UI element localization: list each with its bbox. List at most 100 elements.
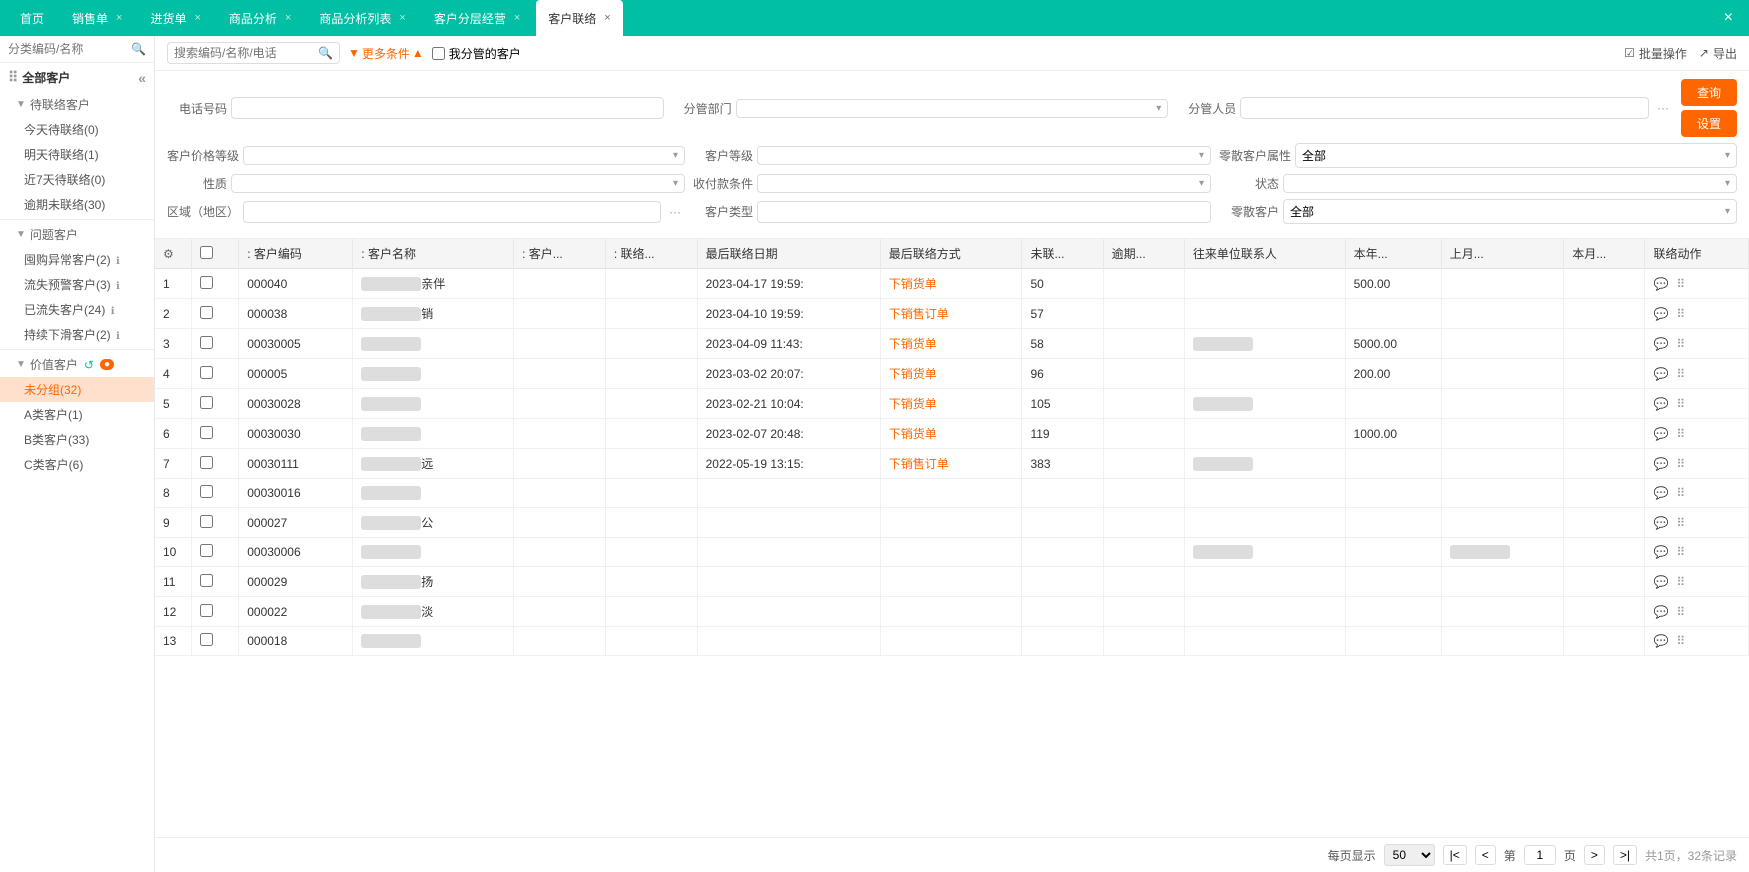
close-icon[interactable]: × bbox=[285, 12, 291, 24]
sidebar-item-tomorrow[interactable]: 明天待联络(1) bbox=[0, 142, 154, 167]
search-icon[interactable]: 🔍 bbox=[131, 42, 146, 56]
nav-tab-customer-seg[interactable]: 客户分层经营 × bbox=[422, 0, 532, 36]
row-actions[interactable]: 💬 ⠿ bbox=[1645, 359, 1749, 389]
my-customers-checkbox[interactable]: 我分管的客户 bbox=[432, 45, 521, 62]
customer-type-input[interactable] bbox=[757, 201, 1211, 223]
row-select-checkbox[interactable] bbox=[200, 426, 213, 439]
row-checkbox[interactable] bbox=[191, 389, 239, 419]
grid-icon[interactable]: ⠿ bbox=[1676, 486, 1685, 500]
manager-dots[interactable]: ··· bbox=[1653, 101, 1673, 115]
last-page-button[interactable]: >| bbox=[1613, 845, 1637, 865]
row-select-checkbox[interactable] bbox=[200, 604, 213, 617]
select-all-checkbox[interactable] bbox=[200, 246, 213, 259]
settings-icon[interactable]: ⚙ bbox=[163, 247, 174, 261]
sidebar-search-input[interactable] bbox=[8, 42, 127, 56]
row-select-checkbox[interactable] bbox=[200, 276, 213, 289]
row-actions[interactable]: 💬 ⠿ bbox=[1645, 627, 1749, 656]
row-select-checkbox[interactable] bbox=[200, 485, 213, 498]
col-checkbox[interactable] bbox=[191, 239, 239, 269]
payment-select[interactable]: ▾ bbox=[757, 174, 1211, 193]
last-method-link[interactable]: 下销货单 bbox=[889, 367, 937, 381]
grid-icon[interactable]: ⠿ bbox=[1676, 427, 1685, 441]
chat-icon[interactable]: 💬 bbox=[1653, 337, 1668, 351]
row-checkbox[interactable] bbox=[191, 627, 239, 656]
chat-icon[interactable]: 💬 bbox=[1653, 486, 1668, 500]
chat-icon[interactable]: 💬 bbox=[1653, 397, 1668, 411]
sidebar-item-overdue[interactable]: 逾期未联络(30) bbox=[0, 192, 154, 217]
dept-select[interactable]: ▾ bbox=[736, 99, 1169, 118]
row-actions[interactable]: 💬 ⠿ bbox=[1645, 329, 1749, 359]
all-customers-header[interactable]: ⠿ 全部客户 « bbox=[0, 63, 154, 92]
row-select-checkbox[interactable] bbox=[200, 574, 213, 587]
last-method-link[interactable]: 下销货单 bbox=[889, 277, 937, 291]
search-input[interactable] bbox=[174, 46, 314, 60]
close-icon[interactable]: × bbox=[514, 12, 520, 24]
sidebar-item-churned[interactable]: 已流失客户(24) ℹ bbox=[0, 297, 154, 322]
row-select-checkbox[interactable] bbox=[200, 336, 213, 349]
first-page-button[interactable]: |< bbox=[1443, 845, 1467, 865]
last-method-link[interactable]: 下销售订单 bbox=[889, 457, 949, 471]
nav-tab-analysis-list[interactable]: 商品分析列表 × bbox=[307, 0, 417, 36]
page-size-select[interactable]: 50 100 bbox=[1384, 844, 1435, 866]
row-actions[interactable]: 💬 ⠿ bbox=[1645, 419, 1749, 449]
row-checkbox[interactable] bbox=[191, 479, 239, 508]
sidebar-item-today[interactable]: 今天待联络(0) bbox=[0, 117, 154, 142]
problem-customers-group[interactable]: ▼ 问题客户 bbox=[0, 222, 154, 247]
row-select-checkbox[interactable] bbox=[200, 633, 213, 646]
grid-icon[interactable]: ⠿ bbox=[1676, 277, 1685, 291]
row-checkbox[interactable] bbox=[191, 299, 239, 329]
row-checkbox[interactable] bbox=[191, 329, 239, 359]
col-settings[interactable]: ⚙ bbox=[155, 239, 191, 269]
batch-ops-button[interactable]: ☑ 批量操作 bbox=[1624, 45, 1687, 62]
sidebar-item-b-class[interactable]: B类客户(33) bbox=[0, 427, 154, 452]
nav-tab-home[interactable]: 首页 bbox=[8, 0, 56, 36]
query-button[interactable]: 查询 bbox=[1681, 79, 1737, 106]
nav-tab-customer-contact[interactable]: 客户联络 × bbox=[536, 0, 622, 36]
grid-icon[interactable]: ⠿ bbox=[1676, 605, 1685, 619]
nav-tab-purchase[interactable]: 进货单 × bbox=[138, 0, 212, 36]
chat-icon[interactable]: 💬 bbox=[1653, 634, 1668, 648]
row-actions[interactable]: 💬 ⠿ bbox=[1645, 508, 1749, 538]
sidebar-item-ungroup[interactable]: 未分组(32) bbox=[0, 377, 154, 402]
gender-select[interactable]: ▾ bbox=[231, 174, 685, 193]
chat-icon[interactable]: 💬 bbox=[1653, 575, 1668, 589]
manager-input[interactable] bbox=[1240, 97, 1649, 119]
sidebar-item-7days[interactable]: 近7天待联络(0) bbox=[0, 167, 154, 192]
row-select-checkbox[interactable] bbox=[200, 396, 213, 409]
grid-icon[interactable]: ⠿ bbox=[1676, 516, 1685, 530]
sidebar-item-declining[interactable]: 持续下滑客户(2) ℹ bbox=[0, 322, 154, 347]
search-icon[interactable]: 🔍 bbox=[318, 46, 333, 60]
close-icon[interactable]: × bbox=[116, 12, 122, 24]
row-checkbox[interactable] bbox=[191, 538, 239, 567]
row-actions[interactable]: 💬 ⠿ bbox=[1645, 567, 1749, 597]
last-method-link[interactable]: 下销货单 bbox=[889, 427, 937, 441]
row-actions[interactable]: 💬 ⠿ bbox=[1645, 449, 1749, 479]
row-select-checkbox[interactable] bbox=[200, 456, 213, 469]
nav-tab-analysis[interactable]: 商品分析 × bbox=[217, 0, 303, 36]
search-box[interactable]: 🔍 bbox=[167, 42, 340, 64]
sidebar-search-bar[interactable]: 🔍 bbox=[0, 36, 154, 63]
row-checkbox[interactable] bbox=[191, 419, 239, 449]
row-select-checkbox[interactable] bbox=[200, 306, 213, 319]
row-checkbox[interactable] bbox=[191, 508, 239, 538]
close-icon[interactable]: × bbox=[604, 12, 610, 24]
phone-input[interactable] bbox=[231, 97, 664, 119]
row-checkbox[interactable] bbox=[191, 567, 239, 597]
nav-tab-sales[interactable]: 销售单 × bbox=[60, 0, 134, 36]
row-select-checkbox[interactable] bbox=[200, 515, 213, 528]
status-select[interactable]: ▾ bbox=[1283, 174, 1737, 193]
row-checkbox[interactable] bbox=[191, 359, 239, 389]
page-number-input[interactable] bbox=[1524, 845, 1556, 865]
grid-icon[interactable]: ⠿ bbox=[1676, 307, 1685, 321]
sidebar-item-hoard-abnormal[interactable]: 囤购异常客户(2) ℹ bbox=[0, 247, 154, 272]
region-dots[interactable]: ··· bbox=[665, 205, 685, 219]
value-customers-group[interactable]: ▼ 价值客户 ↺ ● bbox=[0, 352, 154, 377]
region-input[interactable] bbox=[243, 201, 661, 223]
close-icon[interactable]: × bbox=[399, 12, 405, 24]
grid-icon[interactable]: ⠿ bbox=[1676, 397, 1685, 411]
reset-button[interactable]: 设置 bbox=[1681, 110, 1737, 137]
sidebar-item-a-class[interactable]: A类客户(1) bbox=[0, 402, 154, 427]
pending-contact-group[interactable]: ▼ 待联络客户 bbox=[0, 92, 154, 117]
prev-page-button[interactable]: < bbox=[1475, 845, 1496, 865]
grid-icon[interactable]: ⠿ bbox=[1676, 545, 1685, 559]
